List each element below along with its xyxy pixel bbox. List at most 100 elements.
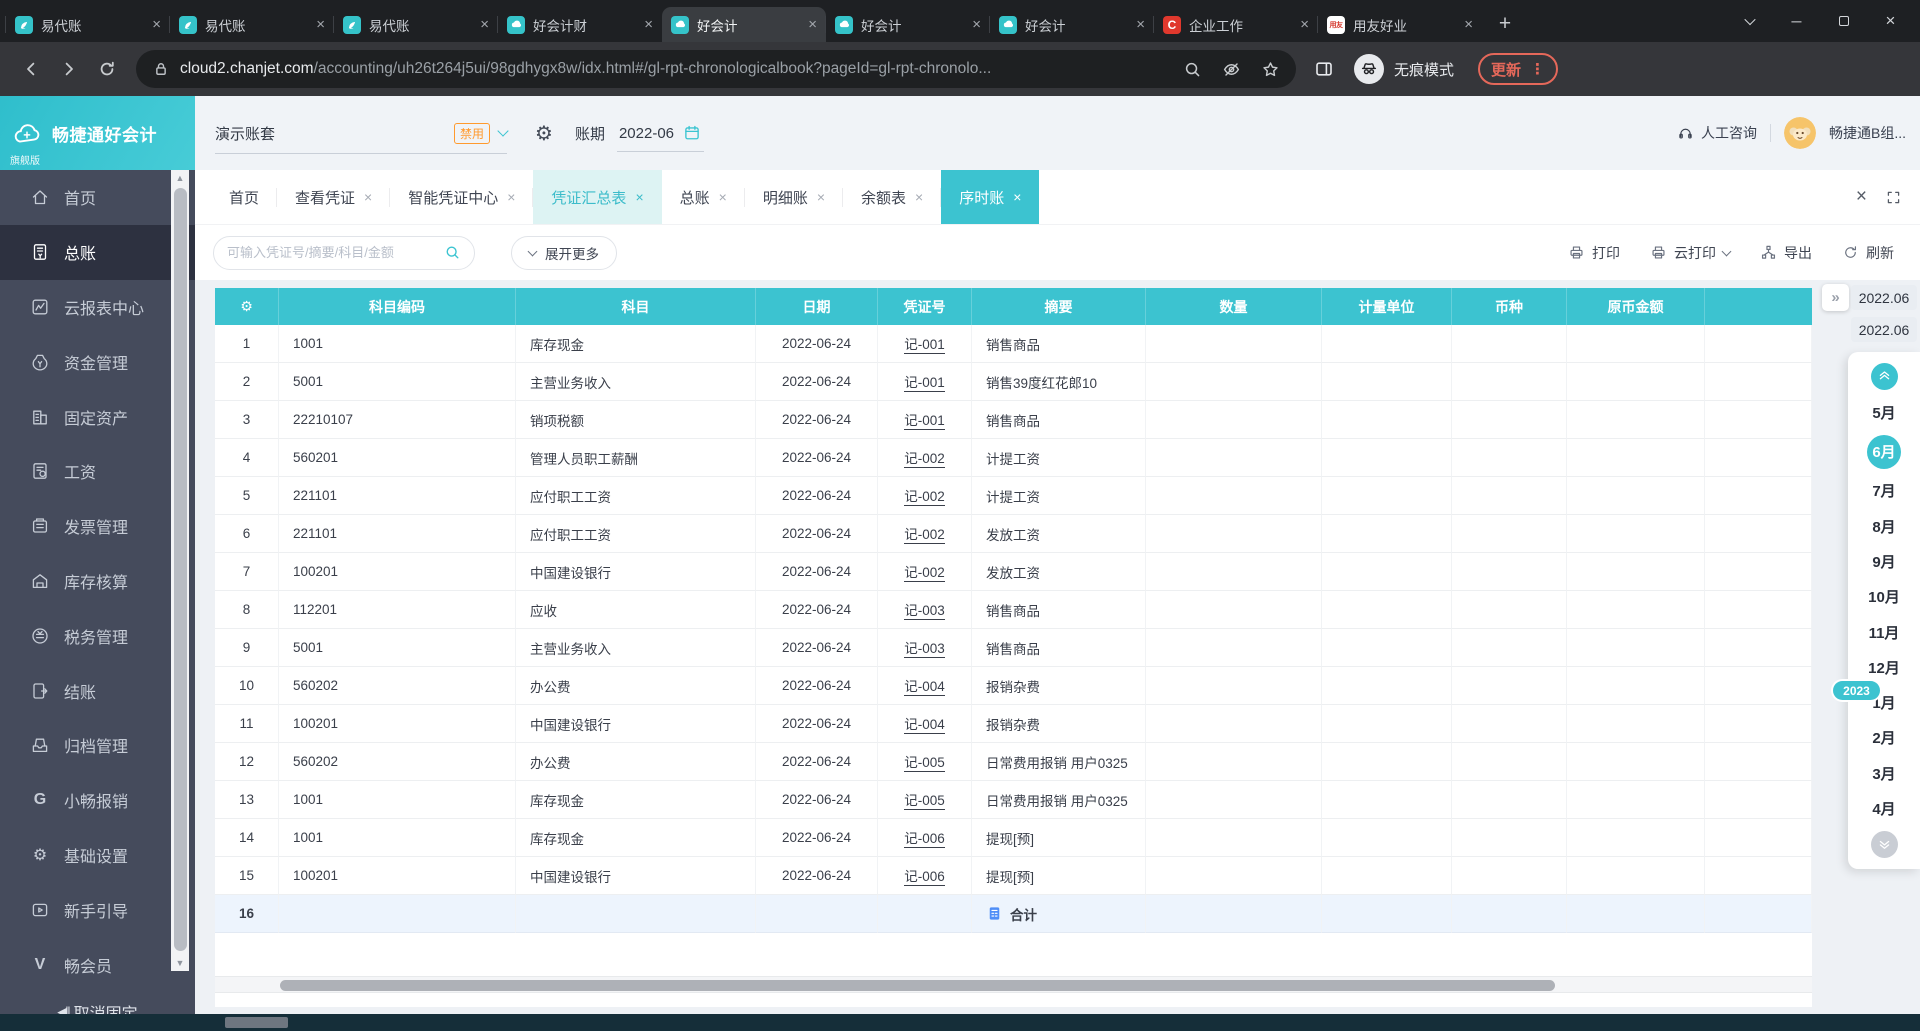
sidebar-item-gear[interactable]: ⚙ 基础设置 <box>0 828 195 883</box>
fullscreen-icon[interactable] <box>1885 189 1902 206</box>
expand-more-button[interactable]: 展开更多 <box>511 235 617 270</box>
sidebar-item-V[interactable]: V 畅会员 <box>0 937 195 992</box>
close-tab-icon[interactable]: × <box>972 16 981 33</box>
user-avatar[interactable] <box>1783 117 1816 149</box>
side-panel-icon[interactable] <box>1314 59 1334 79</box>
browser-tab[interactable]: 用友 用友好业 × <box>1317 7 1482 42</box>
month-item[interactable]: 6月 <box>1867 434 1901 469</box>
sidebar-item-G[interactable]: G 小畅报销 <box>0 773 195 828</box>
voucher-no-link[interactable]: 记-001 <box>878 325 972 363</box>
months-scroll-up-button[interactable] <box>1870 363 1898 390</box>
voucher-no-link[interactable]: 记-002 <box>878 553 972 591</box>
support-link[interactable]: 人工咨询 <box>1677 123 1757 143</box>
voucher-no-link[interactable]: 记-001 <box>878 363 972 401</box>
search-input[interactable] <box>227 245 436 260</box>
month-item[interactable]: 12月 <box>1864 654 1904 680</box>
incognito-badge[interactable]: 无痕模式 <box>1354 54 1454 84</box>
cloud-print-button[interactable]: 云打印 <box>1650 243 1732 263</box>
refresh-button[interactable]: 刷新 <box>1842 243 1894 263</box>
month-item[interactable]: 9月 <box>1864 548 1904 574</box>
browser-tab[interactable]: 易代账 × <box>333 7 498 42</box>
chevron-down-icon[interactable] <box>497 125 509 137</box>
close-tab-icon[interactable]: × <box>915 189 923 205</box>
reload-icon[interactable] <box>88 50 126 88</box>
eye-off-icon[interactable] <box>1222 60 1241 79</box>
export-button[interactable]: 导出 <box>1760 243 1812 263</box>
sidebar-item-inventory[interactable]: 库存核算 <box>0 554 195 609</box>
close-tab-icon[interactable]: × <box>316 16 325 33</box>
browser-tab[interactable]: 好会计 × <box>989 7 1154 42</box>
workspace-tab[interactable]: 智能凭证中心 × <box>390 170 534 224</box>
browser-tab[interactable]: 好会计财 × <box>497 7 662 42</box>
month-item[interactable]: 4月 <box>1864 796 1904 822</box>
workspace-tab[interactable]: 序时账 × <box>941 170 1040 224</box>
close-tab-icon[interactable]: × <box>507 189 515 205</box>
collapse-rail-button[interactable]: » <box>1822 284 1849 311</box>
scrollbar-thumb[interactable] <box>173 188 187 951</box>
close-tab-icon[interactable]: × <box>644 16 653 33</box>
print-button[interactable]: 打印 <box>1568 243 1620 263</box>
close-tab-icon[interactable]: × <box>1300 16 1309 33</box>
month-item[interactable]: 11月 <box>1864 619 1904 645</box>
month-item[interactable]: 5月 <box>1864 399 1904 425</box>
close-tab-icon[interactable]: × <box>152 16 161 33</box>
update-button[interactable]: 更新 ⋮ <box>1478 53 1559 85</box>
voucher-no-link[interactable]: 记-002 <box>878 439 972 477</box>
sidebar-item-asset[interactable]: 固定资产 <box>0 389 195 444</box>
workspace-tab[interactable]: 总账 × <box>662 170 746 224</box>
sidebar-scrollbar[interactable]: ▲ ▼ <box>171 170 189 971</box>
browser-tab[interactable]: 易代账 × <box>5 7 170 42</box>
column-settings-gear-icon[interactable]: ⚙ <box>215 288 279 325</box>
voucher-no-link[interactable]: 记-006 <box>878 819 972 857</box>
close-tab-icon[interactable]: × <box>364 189 372 205</box>
tab-search-chevron-icon[interactable] <box>1726 0 1773 42</box>
back-icon[interactable] <box>12 50 50 88</box>
month-item[interactable]: 3月 <box>1864 760 1904 786</box>
scrollbar-thumb[interactable] <box>280 979 1555 991</box>
month-item[interactable]: 2月 <box>1864 725 1904 751</box>
close-tab-icon[interactable]: × <box>635 189 643 205</box>
voucher-no-link[interactable]: 记-002 <box>878 477 972 515</box>
sidebar-item-archive[interactable]: 归档管理 <box>0 718 195 773</box>
voucher-no-link[interactable]: 记-006 <box>878 857 972 895</box>
month-item[interactable]: 10月 <box>1864 584 1904 610</box>
voucher-no-link[interactable]: 记-003 <box>878 591 972 629</box>
workspace-tab[interactable]: 凭证汇总表 × <box>533 170 662 224</box>
close-tab-icon[interactable]: × <box>1013 189 1021 205</box>
close-tab-icon[interactable]: × <box>1136 16 1145 33</box>
close-tab-icon[interactable]: × <box>808 16 817 33</box>
window-minimize-icon[interactable]: ─ <box>1773 0 1820 42</box>
search-box[interactable] <box>213 235 475 270</box>
browser-tab[interactable]: 好会计 × <box>662 7 826 42</box>
sidebar-item-invoice[interactable]: 发票管理 <box>0 499 195 554</box>
workspace-tab[interactable]: 查看凭证 × <box>277 170 391 224</box>
voucher-no-link[interactable]: 记-004 <box>878 667 972 705</box>
close-tab-icon[interactable]: × <box>719 189 727 205</box>
horizontal-scrollbar[interactable] <box>215 976 1812 993</box>
account-set-selector[interactable]: 演示账套 禁用 <box>215 122 509 154</box>
scroll-down-icon[interactable]: ▼ <box>171 955 189 971</box>
voucher-no-link[interactable]: 记-005 <box>878 743 972 781</box>
voucher-no-link[interactable]: 记-001 <box>878 401 972 439</box>
period-selector[interactable]: 2022-06 <box>616 124 705 152</box>
month-item[interactable]: 7月 <box>1864 478 1904 504</box>
workspace-tab[interactable]: 余额表 × <box>843 170 942 224</box>
browser-tab[interactable]: C 企业工作 × <box>1153 7 1318 42</box>
voucher-no-link[interactable]: 记-003 <box>878 629 972 667</box>
voucher-no-link[interactable]: 记-005 <box>878 781 972 819</box>
sidebar-item-home[interactable]: 首页 <box>0 170 195 225</box>
sidebar-item-closing[interactable]: 结账 <box>0 663 195 718</box>
address-bar[interactable]: cloud2.chanjet.com/accounting/uh26t264j5… <box>136 50 1296 88</box>
taskbar-item[interactable] <box>225 1017 288 1028</box>
forward-icon[interactable] <box>50 50 88 88</box>
bookmark-star-icon[interactable] <box>1261 60 1280 79</box>
user-name[interactable]: 畅捷通B组... <box>1829 123 1906 143</box>
workspace-tab[interactable]: 明细账 × <box>745 170 844 224</box>
close-all-tabs-icon[interactable]: × <box>1856 186 1867 208</box>
window-close-icon[interactable]: × <box>1867 0 1914 42</box>
close-tab-icon[interactable]: × <box>480 16 489 33</box>
search-icon[interactable] <box>444 244 461 261</box>
settings-gear-icon[interactable]: ⚙ <box>535 121 553 146</box>
months-scroll-down-button[interactable] <box>1870 830 1898 858</box>
close-tab-icon[interactable]: × <box>1464 16 1473 33</box>
